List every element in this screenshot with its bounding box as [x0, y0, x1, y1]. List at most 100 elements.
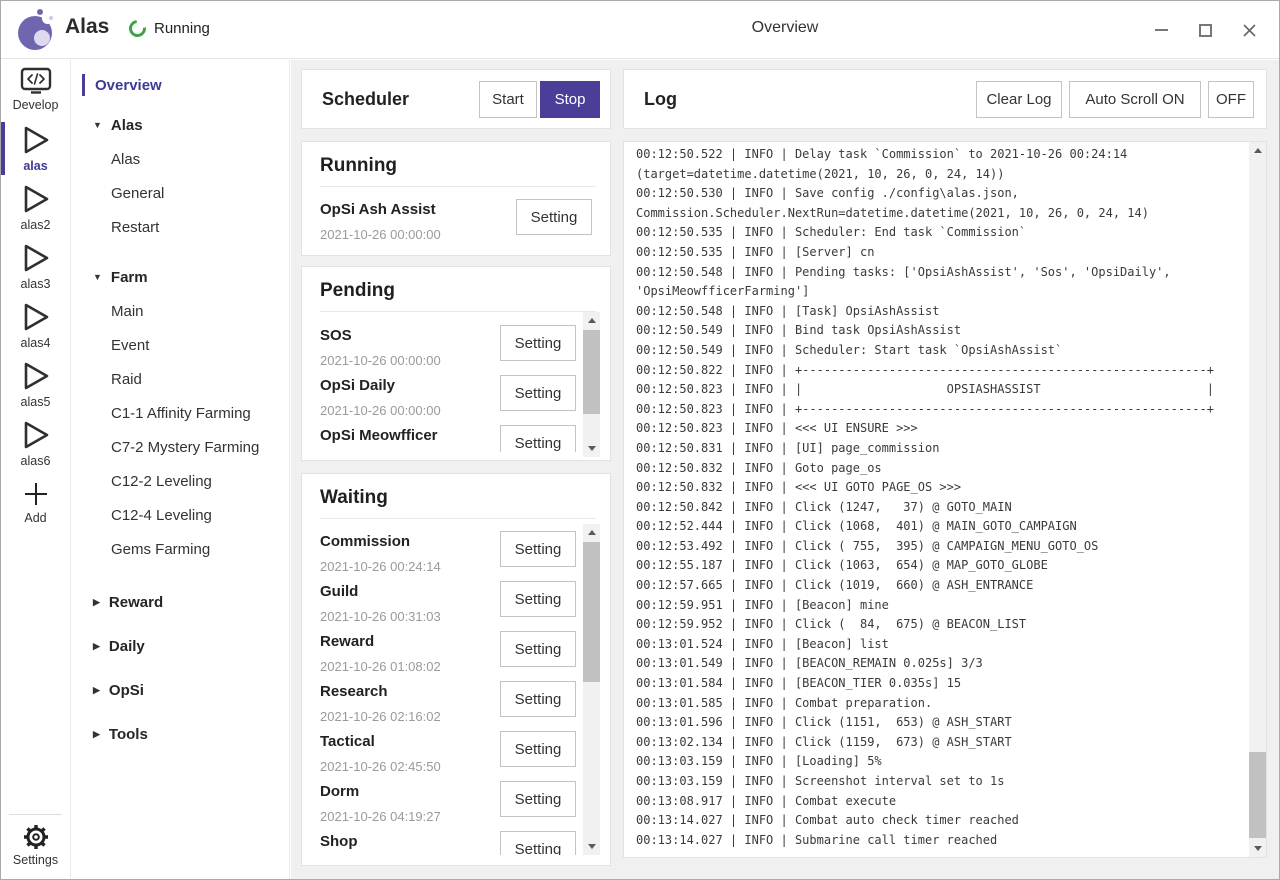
nav-item-c7-2-mystery-farming[interactable]: C7-2 Mystery Farming [71, 430, 289, 464]
nav-item-event[interactable]: Event [71, 328, 289, 362]
nav-group-label: Tools [109, 726, 148, 743]
running-spinner-icon [126, 17, 150, 41]
scroll-up-icon [1254, 148, 1262, 153]
log-line: 00:12:53.492 | INFO | Click ( 755, 395) … [636, 537, 1234, 557]
play-icon [21, 124, 51, 156]
scroll-down-icon [588, 844, 596, 849]
sidebar-item-alas[interactable]: alas [1, 119, 70, 178]
task-name: Tactical [320, 730, 490, 754]
clear-log-button[interactable]: Clear Log [976, 81, 1062, 118]
sidebar-item-alas6[interactable]: alas6 [1, 414, 70, 473]
setting-button[interactable]: Setting [500, 531, 576, 567]
caret-down-icon: ▼ [93, 120, 102, 130]
task-name: SOS [320, 324, 490, 348]
sidebar-item-alas5[interactable]: alas5 [1, 355, 70, 414]
log-line: 00:12:50.831 | INFO | [UI] page_commissi… [636, 439, 1234, 459]
task-name: Dorm [320, 780, 490, 804]
nav-group-farm[interactable]: ▼ Farm [71, 260, 289, 294]
scroll-up-button[interactable] [1249, 142, 1266, 159]
log-line: 00:12:50.548 | INFO | [Task] OpsiAshAssi… [636, 302, 1234, 322]
scroll-down-button[interactable] [583, 440, 600, 457]
divider [320, 311, 596, 312]
setting-button[interactable]: Setting [500, 631, 576, 667]
log-scrollbar[interactable] [1249, 142, 1266, 857]
nav-item-c12-4-leveling[interactable]: C12-4 Leveling [71, 498, 289, 532]
sidebar-item-add[interactable]: Add [1, 473, 70, 532]
log-line: 00:13:14.027 | INFO | Combat auto check … [636, 811, 1234, 831]
log-line: 00:12:52.444 | INFO | Click (1068, 401) … [636, 517, 1234, 537]
setting-button[interactable]: Setting [500, 681, 576, 717]
sidebar-item-develop[interactable]: Develop [1, 60, 70, 119]
play-icon [21, 183, 51, 215]
waiting-scrollbar[interactable] [583, 524, 600, 855]
setting-button[interactable]: Setting [500, 731, 576, 767]
scroll-up-button[interactable] [583, 312, 600, 329]
nav-group-label: Farm [111, 269, 148, 286]
task-name: Reward [320, 630, 490, 654]
nav-item-overview[interactable]: Overview [71, 70, 289, 100]
sidebar-item-alas2[interactable]: alas2 [1, 178, 70, 237]
sidebar-item-alas3[interactable]: alas3 [1, 237, 70, 296]
log-line: 00:13:03.159 | INFO | Screenshot interva… [636, 772, 1234, 792]
scrollbar-thumb[interactable] [1249, 752, 1266, 838]
auto-scroll-on-button[interactable]: Auto Scroll ON [1069, 81, 1201, 118]
scroll-up-button[interactable] [583, 524, 600, 541]
task-row: Shop Setting [320, 830, 576, 855]
scrollbar-thumb[interactable] [583, 542, 600, 682]
caret-right-icon: ▶ [93, 729, 100, 740]
nav-item-alas[interactable]: Alas [71, 142, 289, 176]
nav-item-label: Overview [95, 77, 162, 94]
task-name: OpSi Ash Assist [320, 198, 490, 222]
task-next-run-time: 2021-10-26 00:00:00 [320, 398, 490, 423]
task-row: Commission 2021-10-26 00:24:14 Setting [320, 530, 576, 580]
running-title: Running [302, 142, 610, 186]
play-icon [21, 242, 51, 274]
nav-item-main[interactable]: Main [71, 294, 289, 328]
caret-right-icon: ▶ [93, 685, 100, 696]
start-button[interactable]: Start [479, 81, 537, 118]
log-line: 00:12:50.549 | INFO | Bind task OpsiAshA… [636, 321, 1234, 341]
nav-item-general[interactable]: General [71, 176, 289, 210]
setting-button[interactable]: Setting [500, 781, 576, 817]
nav-group-label: Alas [111, 117, 143, 134]
nav-group-daily[interactable]: ▶ Daily [71, 624, 289, 668]
sidebar-item-label: alas3 [21, 277, 51, 291]
maximize-button[interactable] [1183, 9, 1227, 51]
close-button[interactable] [1227, 9, 1271, 51]
nav-item-c12-2-leveling[interactable]: C12-2 Leveling [71, 464, 289, 498]
setting-button[interactable]: Setting [500, 581, 576, 617]
nav-item-gems-farming[interactable]: Gems Farming [71, 532, 289, 566]
nav-group-opsi[interactable]: ▶ OpSi [71, 668, 289, 712]
scroll-down-button[interactable] [583, 838, 600, 855]
nav-item-restart[interactable]: Restart [71, 210, 289, 244]
setting-button[interactable]: Setting [500, 425, 576, 452]
setting-button[interactable]: Setting [500, 375, 576, 411]
nav-group-alas[interactable]: ▼ Alas [71, 108, 289, 142]
task-name: Commission [320, 530, 490, 554]
scrollbar-thumb[interactable] [583, 330, 600, 414]
pending-scrollbar[interactable] [583, 312, 600, 457]
setting-button[interactable]: Setting [500, 831, 576, 855]
sidebar-item-label: alas4 [21, 336, 51, 350]
waiting-panel: Waiting Commission 2021-10-26 00:24:14 S… [301, 473, 611, 866]
sidebar-item-settings[interactable]: Settings [9, 814, 62, 879]
minimize-button[interactable] [1139, 9, 1183, 51]
log-line: 00:12:50.535 | INFO | Scheduler: End tas… [636, 223, 1234, 243]
sidebar-item-alas4[interactable]: alas4 [1, 296, 70, 355]
setting-button[interactable]: Setting [516, 199, 592, 235]
setting-button[interactable]: Setting [500, 325, 576, 361]
task-row: OpSi Ash Assist 2021-10-26 00:00:00 Sett… [320, 198, 592, 248]
auto-scroll-off-button[interactable]: OFF [1208, 81, 1254, 118]
task-name: OpSi Daily [320, 374, 490, 398]
scroll-down-button[interactable] [1249, 840, 1266, 857]
nav-item-raid[interactable]: Raid [71, 362, 289, 396]
gear-icon [23, 824, 49, 850]
task-row: Guild 2021-10-26 00:31:03 Setting [320, 580, 576, 630]
page-title: Overview [752, 19, 819, 37]
nav-item-c1-1-affinity-farming[interactable]: C1-1 Affinity Farming [71, 396, 289, 430]
nav-group-reward[interactable]: ▶ Reward [71, 580, 289, 624]
config-nav: Overview ▼ Alas Alas General Restart ▼ F… [71, 60, 290, 879]
caret-down-icon: ▼ [93, 272, 102, 282]
nav-group-tools[interactable]: ▶ Tools [71, 712, 289, 756]
stop-button[interactable]: Stop [540, 81, 600, 118]
